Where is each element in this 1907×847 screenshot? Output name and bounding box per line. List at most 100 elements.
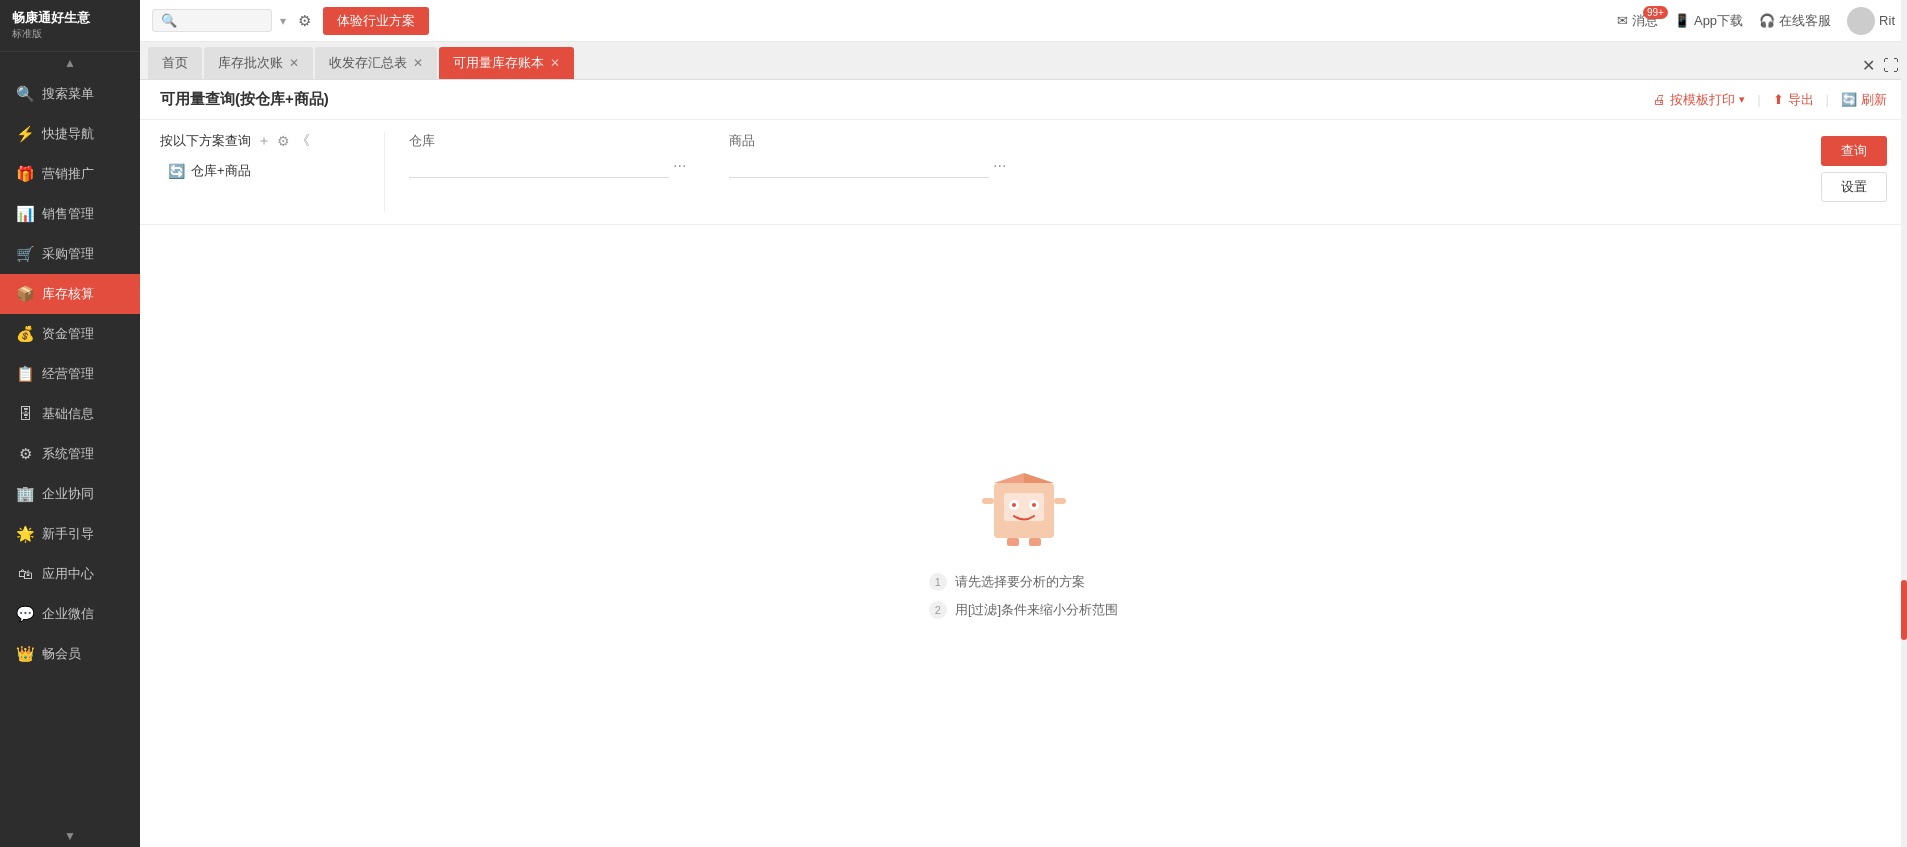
member-icon: 👑 — [16, 645, 34, 663]
tab-batch-ledger[interactable]: 库存批次账 ✕ — [204, 47, 313, 79]
tab-close-icon[interactable]: ✕ — [289, 56, 299, 70]
right-scrollbar — [1901, 0, 1907, 847]
sidebar-scroll-up[interactable]: ▲ — [0, 52, 140, 74]
filter-bar: 按以下方案查询 ＋ ⚙ 《 🔄 仓库+商品 仓库 ··· — [140, 120, 1907, 225]
topbar-online-service[interactable]: 🎧 在线客服 — [1759, 12, 1831, 30]
scheme-label: 按以下方案查询 ＋ ⚙ 《 — [160, 132, 360, 150]
sidebar-logo: 畅康通好生意 标准版 — [0, 0, 140, 52]
manage-scheme-icon[interactable]: ⚙ — [277, 133, 290, 149]
sidebar-item-label: 库存核算 — [42, 285, 94, 303]
sidebar-item-label: 基础信息 — [42, 405, 94, 423]
inventory-icon: 📦 — [16, 285, 34, 303]
purchase-icon: 🛒 — [16, 245, 34, 263]
app-name: 畅康通好生意 — [12, 10, 128, 27]
close-window-icon[interactable]: ✕ — [1862, 56, 1875, 75]
page-title: 可用量查询(按仓库+商品) — [160, 90, 329, 109]
filter-fields: 仓库 ··· 商品 ··· — [409, 132, 1805, 178]
sidebar-item-label: 采购管理 — [42, 245, 94, 263]
tab-close-icon[interactable]: ✕ — [413, 56, 423, 70]
warehouse-label: 仓库 — [409, 132, 709, 150]
svg-rect-6 — [1007, 538, 1019, 546]
tab-available-qty[interactable]: 可用量库存账本 ✕ — [439, 47, 574, 79]
sidebar-item-search[interactable]: 🔍 搜索菜单 — [0, 74, 140, 114]
topbar-search-box[interactable]: 🔍 — [152, 9, 272, 32]
svg-rect-9 — [1054, 498, 1066, 504]
headset-icon: 🎧 — [1759, 13, 1775, 28]
search-icon: 🔍 — [161, 13, 177, 28]
tab-receipt-summary[interactable]: 收发存汇总表 ✕ — [315, 47, 437, 79]
app-center-icon: 🛍 — [16, 565, 34, 582]
goods-input[interactable] — [729, 154, 989, 178]
sidebar-item-purchase[interactable]: 🛒 采购管理 — [0, 234, 140, 274]
warehouse-more-icon[interactable]: ··· — [673, 157, 686, 175]
sales-icon: 📊 — [16, 205, 34, 223]
filter-vertical-divider — [384, 132, 385, 212]
refresh-button[interactable]: 🔄 刷新 — [1841, 91, 1887, 109]
sidebar-item-marketing[interactable]: 🎁 营销推广 — [0, 154, 140, 194]
tab-home[interactable]: 首页 — [148, 47, 202, 79]
sidebar-item-basic[interactable]: 🗄 基础信息 — [0, 394, 140, 434]
settings-button[interactable]: 设置 — [1821, 172, 1887, 202]
empty-illustration — [974, 453, 1074, 553]
wechat-icon: 💬 — [16, 605, 34, 623]
divider: | — [1757, 92, 1760, 107]
search-icon: 🔍 — [16, 85, 34, 103]
sidebar-item-newbie[interactable]: 🌟 新手引导 — [0, 514, 140, 554]
empty-hint-1: 1 请先选择要分析的方案 — [929, 573, 1118, 591]
filter-scheme-panel: 按以下方案查询 ＋ ⚙ 《 🔄 仓库+商品 — [160, 132, 360, 184]
tabs-bar: 首页 库存批次账 ✕ 收发存汇总表 ✕ 可用量库存账本 ✕ ✕ ⛶ — [140, 42, 1907, 80]
tabs-right-controls: ✕ ⛶ — [1862, 56, 1899, 79]
empty-hint-2: 2 用[过滤]条件来缩小分析范围 — [929, 601, 1118, 619]
topbar-user[interactable]: Rit — [1847, 7, 1895, 35]
message-icon: ✉ — [1617, 13, 1628, 28]
topbar-search-input[interactable] — [181, 14, 261, 28]
system-icon: ⚙ — [16, 445, 34, 463]
scheme-item-warehouse-goods[interactable]: 🔄 仓库+商品 — [160, 158, 360, 184]
scrollbar-thumb[interactable] — [1901, 580, 1907, 640]
tab-close-icon[interactable]: ✕ — [550, 56, 560, 70]
svg-point-5 — [1032, 503, 1036, 507]
sidebar-item-member[interactable]: 👑 畅会员 — [0, 634, 140, 674]
sidebar-item-label: 资金管理 — [42, 325, 94, 343]
filter-field-warehouse: 仓库 ··· — [409, 132, 709, 178]
sidebar-item-inventory[interactable]: 📦 库存核算 — [0, 274, 140, 314]
query-button[interactable]: 查询 — [1821, 136, 1887, 166]
sidebar-item-finance[interactable]: 💰 资金管理 — [0, 314, 140, 354]
sidebar-item-enterprise[interactable]: 🏢 企业协同 — [0, 474, 140, 514]
topbar-message[interactable]: ✉ 消息 99+ — [1617, 12, 1658, 30]
app-edition: 标准版 — [12, 27, 128, 41]
warehouse-input-row: ··· — [409, 154, 709, 178]
topbar-gear-icon[interactable]: ⚙ — [298, 12, 311, 30]
sidebar-item-system[interactable]: ⚙ 系统管理 — [0, 434, 140, 474]
sidebar-item-label: 系统管理 — [42, 445, 94, 463]
sidebar-item-label: 企业微信 — [42, 605, 94, 623]
page-header-actions: 🖨 按模板打印 ▾ | ⬆ 导出 | 🔄 刷新 — [1653, 91, 1887, 109]
topbar-chevron-icon[interactable]: ▾ — [280, 14, 286, 28]
collapse-scheme-icon[interactable]: 《 — [296, 132, 310, 150]
goods-label: 商品 — [729, 132, 1029, 150]
goods-more-icon[interactable]: ··· — [993, 157, 1006, 175]
sidebar-scroll-down[interactable]: ▼ — [0, 825, 140, 847]
export-button[interactable]: ⬆ 导出 — [1773, 91, 1814, 109]
topbar-app-download[interactable]: 📱 App下载 — [1674, 12, 1743, 30]
sidebar-item-wechat[interactable]: 💬 企业微信 — [0, 594, 140, 634]
industry-solution-button[interactable]: 体验行业方案 — [323, 7, 429, 35]
sidebar-item-label: 畅会员 — [42, 645, 81, 663]
sidebar-item-label: 企业协同 — [42, 485, 94, 503]
sidebar-item-operation[interactable]: 📋 经营管理 — [0, 354, 140, 394]
sidebar-item-label: 经营管理 — [42, 365, 94, 383]
sidebar-item-sales[interactable]: 📊 销售管理 — [0, 194, 140, 234]
scheme-icon: 🔄 — [168, 163, 185, 179]
message-badge: 99+ — [1643, 6, 1668, 19]
finance-icon: 💰 — [16, 325, 34, 343]
sidebar-item-quick-nav[interactable]: ⚡ 快捷导航 — [0, 114, 140, 154]
sidebar-item-label: 快捷导航 — [42, 125, 94, 143]
sidebar-item-app-center[interactable]: 🛍 应用中心 — [0, 554, 140, 594]
warehouse-input[interactable] — [409, 154, 669, 178]
quick-nav-icon: ⚡ — [16, 125, 34, 143]
add-scheme-icon[interactable]: ＋ — [257, 132, 271, 150]
sidebar-item-label: 营销推广 — [42, 165, 94, 183]
template-print-button[interactable]: 🖨 按模板打印 ▾ — [1653, 91, 1745, 109]
svg-point-4 — [1012, 503, 1016, 507]
maximize-window-icon[interactable]: ⛶ — [1883, 57, 1899, 75]
